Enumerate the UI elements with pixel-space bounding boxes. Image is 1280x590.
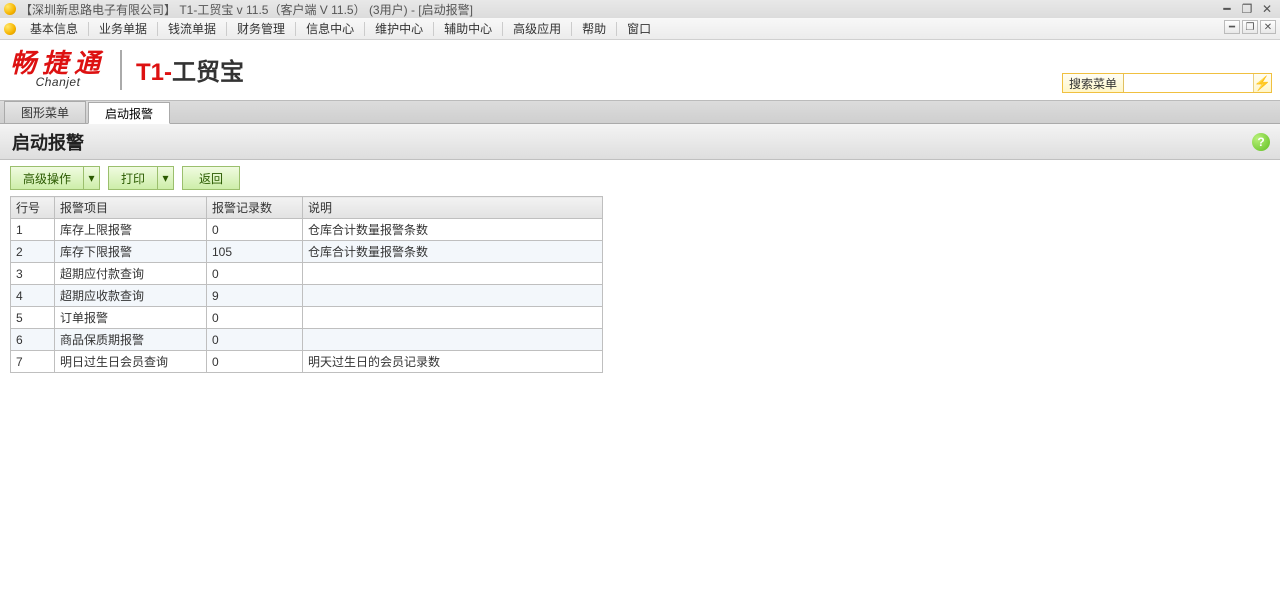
menu-business[interactable]: 业务单据 (91, 20, 155, 37)
print-button[interactable]: 打印 ▾ (108, 166, 174, 190)
cell-rn[interactable]: 4 (11, 285, 55, 307)
cell-rn[interactable]: 6 (11, 329, 55, 351)
brand-rest: 工贸宝 (172, 59, 244, 86)
table-row[interactable]: 2库存下限报警105仓库合计数量报警条数 (11, 241, 603, 263)
menu-window[interactable]: 窗口 (619, 20, 659, 37)
brand-product: T1-工贸宝 (136, 52, 244, 87)
table-header-row: 行号 报警项目 报警记录数 说明 (11, 197, 603, 219)
brand-logo-main: 畅捷通 (10, 51, 106, 77)
menu-cashflow[interactable]: 钱流单据 (160, 20, 224, 37)
title-bar: 【深圳新思路电子有限公司】 T1-工贸宝 v 11.5（客户端 V 11.5） … (0, 0, 1280, 18)
toolbar: 高级操作 ▾ 打印 ▾ 返回 (0, 160, 1280, 196)
close-button[interactable]: ✕ (1258, 2, 1276, 16)
brand-divider (120, 50, 122, 90)
cell-cnt[interactable]: 0 (207, 219, 303, 241)
col-desc[interactable]: 说明 (303, 197, 603, 219)
chevron-down-icon[interactable]: ▾ (83, 167, 99, 189)
tab-graphic-menu[interactable]: 图形菜单 (4, 101, 86, 123)
cell-desc[interactable]: 明天过生日的会员记录数 (303, 351, 603, 373)
cell-item[interactable]: 超期应付款查询 (55, 263, 207, 285)
app-icon (4, 3, 16, 15)
window-title: 【深圳新思路电子有限公司】 T1-工贸宝 v 11.5（客户端 V 11.5） … (20, 1, 473, 18)
restore-button[interactable]: ❐ (1238, 2, 1256, 16)
cell-rn[interactable]: 1 (11, 219, 55, 241)
search-box: 搜索菜单 ⚡ (1062, 73, 1272, 93)
page-header: 启动报警 ? (0, 124, 1280, 160)
cell-item[interactable]: 超期应收款查询 (55, 285, 207, 307)
back-label: 返回 (183, 167, 239, 189)
table-row[interactable]: 5订单报警0 (11, 307, 603, 329)
print-label: 打印 (109, 167, 157, 189)
tab-strip: 图形菜单 启动报警 (0, 100, 1280, 124)
cell-desc[interactable] (303, 307, 603, 329)
cell-rn[interactable]: 7 (11, 351, 55, 373)
search-label: 搜索菜单 (1063, 75, 1123, 92)
cell-desc[interactable] (303, 263, 603, 285)
menu-maintenance[interactable]: 维护中心 (367, 20, 431, 37)
tab-startup-alert[interactable]: 启动报警 (88, 102, 170, 124)
col-item[interactable]: 报警项目 (55, 197, 207, 219)
cell-cnt[interactable]: 0 (207, 263, 303, 285)
menu-assist[interactable]: 辅助中心 (436, 20, 500, 37)
page-title: 启动报警 (12, 129, 84, 155)
cell-desc[interactable] (303, 329, 603, 351)
cell-cnt[interactable]: 0 (207, 307, 303, 329)
table-row[interactable]: 1库存上限报警0仓库合计数量报警条数 (11, 219, 603, 241)
minimize-button[interactable]: ━ (1218, 2, 1236, 16)
cell-rn[interactable]: 3 (11, 263, 55, 285)
cell-rn[interactable]: 5 (11, 307, 55, 329)
chevron-down-icon[interactable]: ▾ (157, 167, 173, 189)
advanced-ops-button[interactable]: 高级操作 ▾ (10, 166, 100, 190)
search-input[interactable] (1123, 74, 1253, 92)
mdi-controls: ━ ❐ ✕ (1224, 20, 1276, 34)
advanced-ops-label: 高级操作 (11, 167, 83, 189)
col-count[interactable]: 报警记录数 (207, 197, 303, 219)
cell-item[interactable]: 库存上限报警 (55, 219, 207, 241)
alert-table: 行号 报警项目 报警记录数 说明 1库存上限报警0仓库合计数量报警条数2库存下限… (10, 196, 603, 373)
search-go-icon[interactable]: ⚡ (1253, 74, 1271, 92)
menu-info-center[interactable]: 信息中心 (298, 20, 362, 37)
menu-basic-info[interactable]: 基本信息 (22, 20, 86, 37)
back-button[interactable]: 返回 (182, 166, 240, 190)
cell-item[interactable]: 明日过生日会员查询 (55, 351, 207, 373)
mdi-minimize-button[interactable]: ━ (1224, 20, 1240, 34)
cell-desc[interactable] (303, 285, 603, 307)
cell-item[interactable]: 库存下限报警 (55, 241, 207, 263)
mdi-close-button[interactable]: ✕ (1260, 20, 1276, 34)
brand-left: 畅捷通 Chanjet (10, 51, 106, 89)
help-icon[interactable]: ? (1252, 133, 1270, 151)
table-wrap: 行号 报警项目 报警记录数 说明 1库存上限报警0仓库合计数量报警条数2库存下限… (0, 196, 1280, 373)
brand-bar: 畅捷通 Chanjet T1-工贸宝 搜索菜单 ⚡ (0, 40, 1280, 100)
table-row[interactable]: 4超期应收款查询9 (11, 285, 603, 307)
brand-t1: T1 (136, 59, 164, 86)
col-rownum[interactable]: 行号 (11, 197, 55, 219)
cell-desc[interactable]: 仓库合计数量报警条数 (303, 241, 603, 263)
table-row[interactable]: 3超期应付款查询0 (11, 263, 603, 285)
table-row[interactable]: 7明日过生日会员查询0明天过生日的会员记录数 (11, 351, 603, 373)
menu-help[interactable]: 帮助 (574, 20, 614, 37)
cell-rn[interactable]: 2 (11, 241, 55, 263)
cell-item[interactable]: 订单报警 (55, 307, 207, 329)
table-row[interactable]: 6商品保质期报警0 (11, 329, 603, 351)
cell-cnt[interactable]: 105 (207, 241, 303, 263)
brand-dash: - (164, 59, 172, 86)
cell-cnt[interactable]: 0 (207, 329, 303, 351)
cell-cnt[interactable]: 0 (207, 351, 303, 373)
cell-item[interactable]: 商品保质期报警 (55, 329, 207, 351)
menu-advanced[interactable]: 高级应用 (505, 20, 569, 37)
cell-cnt[interactable]: 9 (207, 285, 303, 307)
menu-finance[interactable]: 财务管理 (229, 20, 293, 37)
mdi-restore-button[interactable]: ❐ (1242, 20, 1258, 34)
menu-bar: 基本信息 业务单据 钱流单据 财务管理 信息中心 维护中心 辅助中心 高级应用 … (0, 18, 1280, 40)
menu-icon (4, 23, 16, 35)
cell-desc[interactable]: 仓库合计数量报警条数 (303, 219, 603, 241)
